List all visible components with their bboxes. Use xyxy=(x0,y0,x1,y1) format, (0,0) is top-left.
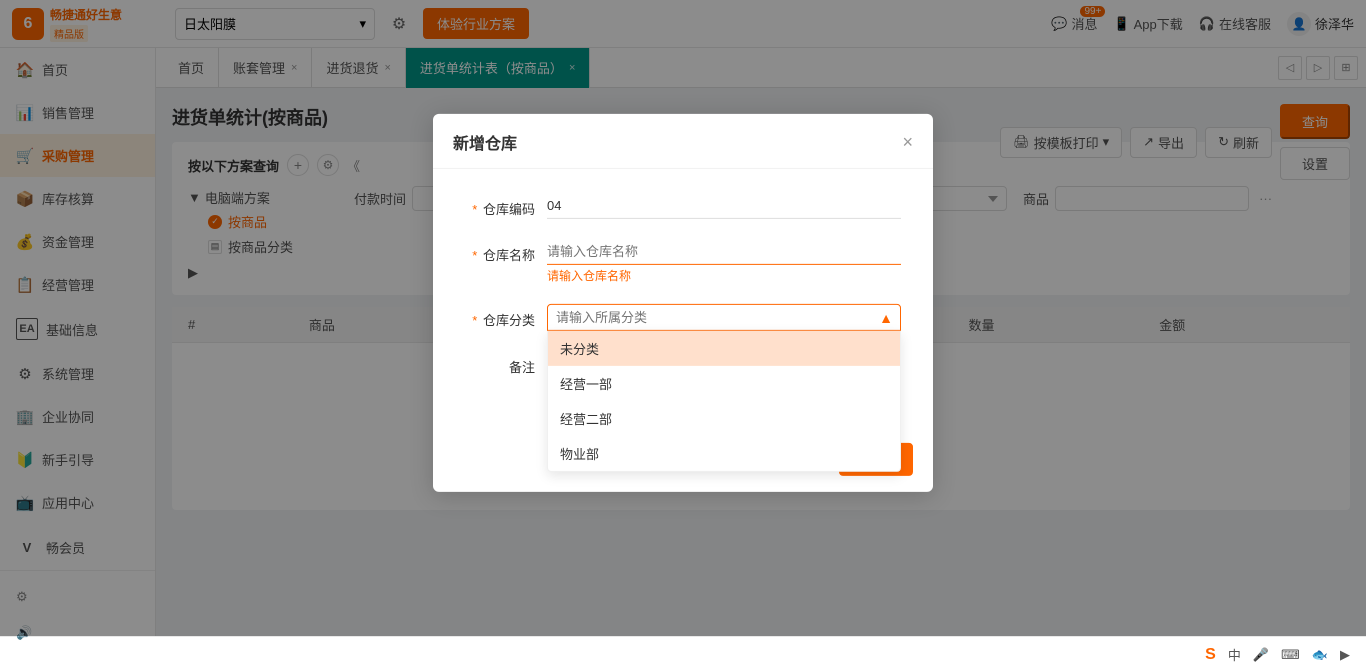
bottom-keyboard-btn[interactable]: ⌨ xyxy=(1281,647,1300,663)
bottom-mic-btn[interactable]: 🎤 xyxy=(1253,647,1269,663)
code-label: * 仓库编码 xyxy=(465,193,535,218)
category-label: * 仓库分类 xyxy=(465,304,535,329)
category-dropdown: 未分类 经营一部 经营二部 物业部 xyxy=(547,331,901,472)
chevron-up-icon[interactable]: ▲ xyxy=(879,309,893,325)
bottom-bar: S 中 🎤 ⌨ 🐟 ▶ xyxy=(0,636,1366,672)
dropdown-item-uncategorized[interactable]: 未分类 xyxy=(548,331,900,366)
dropdown-item-property[interactable]: 物业部 xyxy=(548,436,900,471)
warehouse-name-input[interactable] xyxy=(547,239,901,265)
remark-label: 备注 xyxy=(465,351,535,376)
bottom-s-icon[interactable]: S xyxy=(1205,646,1216,664)
name-error-msg: 请输入仓库名称 xyxy=(547,267,901,284)
bottom-lang-btn[interactable]: 中 xyxy=(1228,645,1241,664)
modal-close-btn[interactable]: × xyxy=(902,131,913,152)
code-input-wrap xyxy=(547,193,901,219)
name-input-wrap: 请输入仓库名称 xyxy=(547,239,901,284)
dropdown-item-ops1[interactable]: 经营一部 xyxy=(548,366,900,401)
warehouse-code-input[interactable] xyxy=(547,193,901,219)
modal-body: * 仓库编码 * 仓库名称 请输入仓库名称 * 仓库分类 xyxy=(433,169,933,431)
dropdown-item-ops2[interactable]: 经营二部 xyxy=(548,401,900,436)
name-label: * 仓库名称 xyxy=(465,239,535,264)
warehouse-name-row: * 仓库名称 请输入仓库名称 xyxy=(465,239,901,284)
category-select-wrap: ▲ 未分类 经营一部 经营二部 物业部 xyxy=(547,304,901,331)
bottom-fish-btn[interactable]: 🐟 xyxy=(1312,647,1328,663)
bottom-play-btn[interactable]: ▶ xyxy=(1340,647,1350,663)
category-input[interactable] xyxy=(547,304,901,331)
warehouse-code-row: * 仓库编码 xyxy=(465,193,901,219)
modal-header: 新增仓库 × xyxy=(433,114,933,169)
modal-title: 新增仓库 xyxy=(453,130,517,154)
new-warehouse-modal: 新增仓库 × * 仓库编码 * 仓库名称 请输入仓库名称 xyxy=(433,114,933,492)
warehouse-category-row: * 仓库分类 ▲ 未分类 经营一部 经营二部 物业部 xyxy=(465,304,901,331)
